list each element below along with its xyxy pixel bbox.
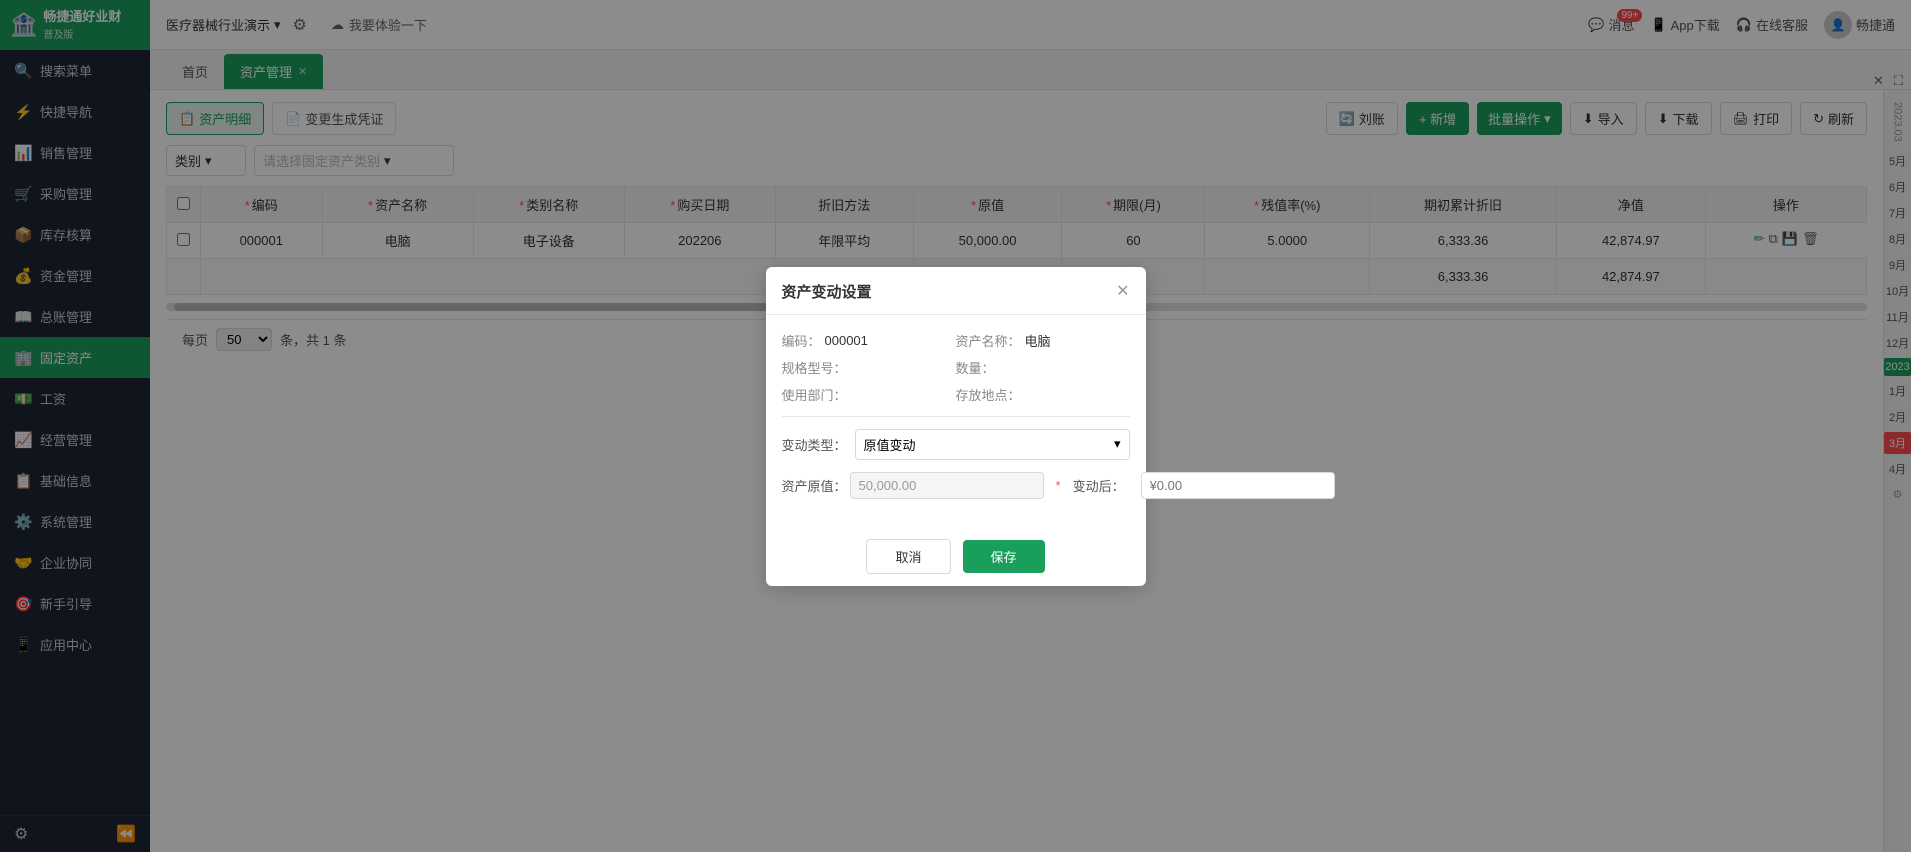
change-type-select[interactable]: 原值变动 ▾ <box>855 429 1130 460</box>
dialog-close-btn[interactable]: ✕ <box>1116 281 1129 301</box>
change-type-dropdown-icon: ▾ <box>1114 436 1121 452</box>
dialog-dept-item: 使用部门： <box>782 385 956 404</box>
change-type-label: 变动类型： <box>782 435 847 454</box>
asset-name-value: 电脑 <box>1025 331 1051 350</box>
after-label: 变动后： <box>1073 476 1133 495</box>
original-value-input <box>850 472 1044 499</box>
value-fields: 资产原值： * 变动后： <box>782 472 1130 499</box>
dialog-name-item: 资产名称： 电脑 <box>956 331 1130 350</box>
asset-change-dialog: 资产变动设置 ✕ 编码： 000001 资产名称： 电脑 规格型号： 数量： <box>766 267 1146 586</box>
dialog-info-grid: 编码： 000001 资产名称： 电脑 规格型号： 数量： 使用部门： <box>782 331 1130 417</box>
save-button[interactable]: 保存 <box>963 540 1045 573</box>
code-label: 编码： <box>782 331 821 350</box>
dialog-spec-item: 规格型号： <box>782 358 956 377</box>
dialog-overlay: 资产变动设置 ✕ 编码： 000001 资产名称： 电脑 规格型号： 数量： <box>0 0 1911 852</box>
code-value: 000001 <box>825 333 868 348</box>
quantity-label: 数量： <box>956 358 995 377</box>
asset-name-label: 资产名称： <box>956 331 1021 350</box>
dialog-code-item: 编码： 000001 <box>782 331 956 350</box>
dialog-footer: 取消 保存 <box>766 527 1146 586</box>
dialog-quantity-item: 数量： <box>956 358 1130 377</box>
dept-label: 使用部门： <box>782 385 847 404</box>
dialog-header: 资产变动设置 ✕ <box>766 267 1146 315</box>
original-value-label: 资产原值： <box>782 476 842 495</box>
spec-label: 规格型号： <box>782 358 847 377</box>
location-label: 存放地点： <box>956 385 1021 404</box>
dialog-location-item: 存放地点： <box>956 385 1130 404</box>
required-star: * <box>1056 478 1061 493</box>
cancel-button[interactable]: 取消 <box>866 539 950 574</box>
change-type-field: 变动类型： 原值变动 ▾ <box>782 429 1130 460</box>
dialog-title: 资产变动设置 <box>782 281 872 302</box>
dialog-body: 编码： 000001 资产名称： 电脑 规格型号： 数量： 使用部门： <box>766 315 1146 527</box>
after-value-input[interactable] <box>1141 472 1335 499</box>
change-type-value: 原值变动 <box>864 435 916 454</box>
